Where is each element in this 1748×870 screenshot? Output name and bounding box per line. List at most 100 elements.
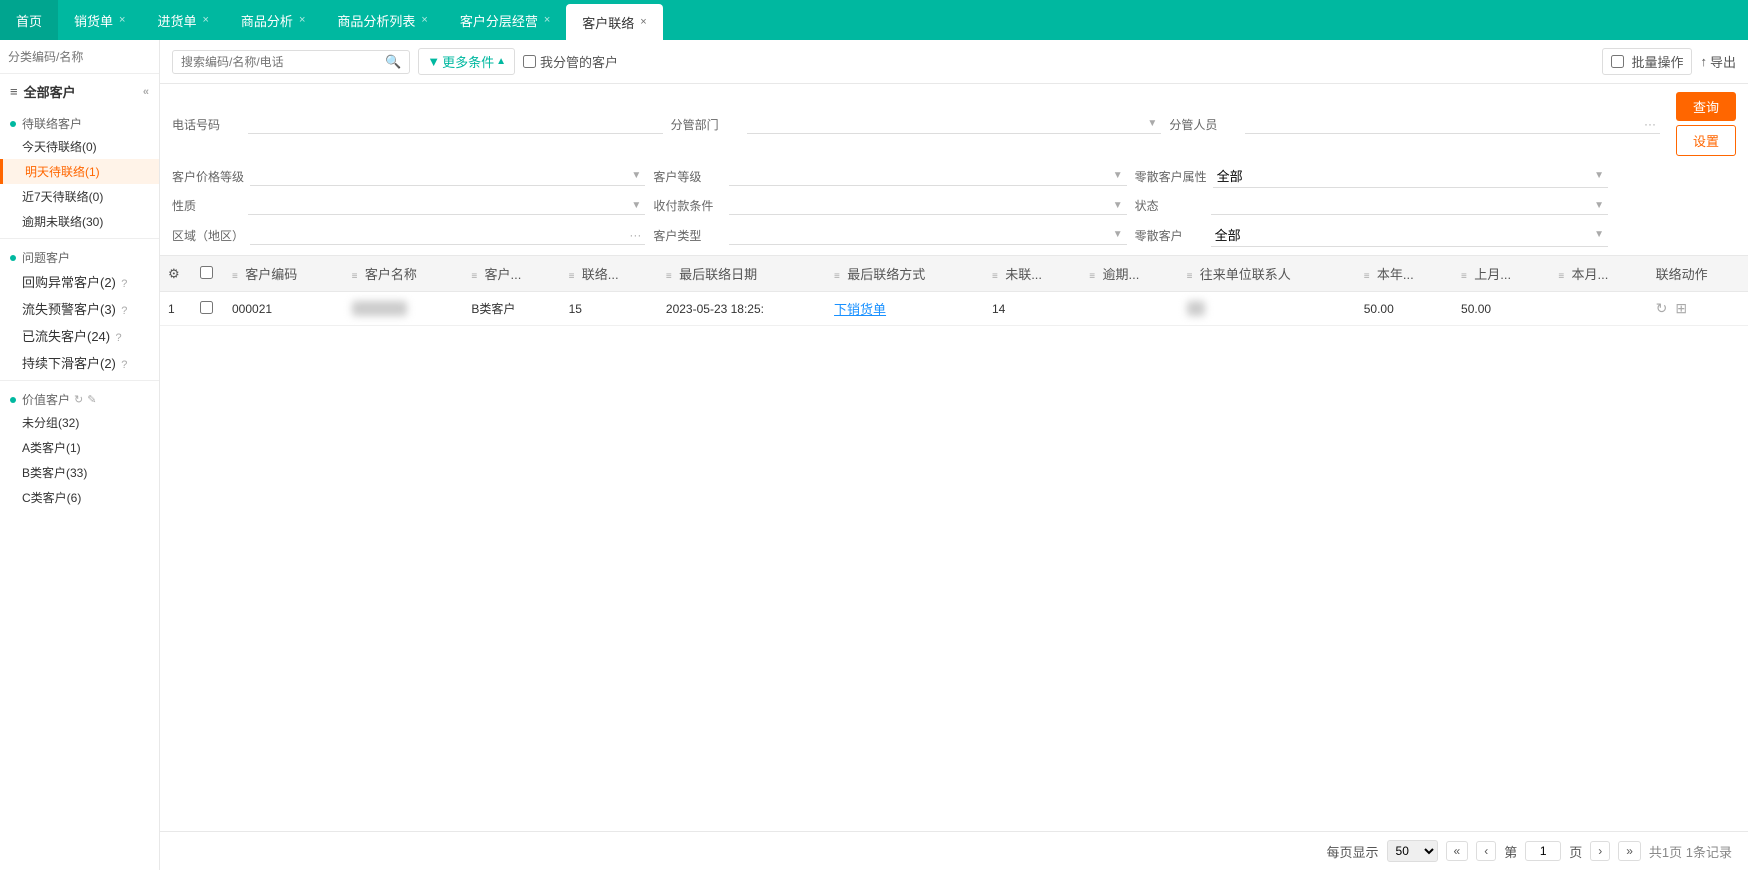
filter-phone-input[interactable] [252, 117, 659, 131]
td-overdue [1081, 292, 1178, 326]
td-checkbox [192, 292, 224, 326]
th-overdue[interactable]: ≡ 逾期... [1081, 256, 1178, 292]
per-page-select[interactable]: 50 100 200 [1387, 840, 1438, 862]
sidebar-item-churn-warning[interactable]: 流失预警客户(3) ? [0, 295, 159, 322]
set-btn[interactable]: 设置 [1676, 125, 1736, 156]
nav-customer-contact[interactable]: 客户联络 × [566, 4, 662, 40]
batch-checkbox[interactable] [1611, 55, 1624, 68]
filter-payment-wrap[interactable]: ▼ [729, 196, 1126, 215]
settings-icon[interactable]: ⚙ [168, 266, 180, 281]
td-last-contact-method[interactable]: 下销货单 [826, 292, 984, 326]
customer-name-blurred: ██████ [352, 301, 407, 316]
nav-close-icon[interactable]: × [544, 14, 550, 26]
filter-dept-input[interactable] [751, 117, 1144, 131]
prev-page-btn[interactable]: ‹ [1476, 841, 1496, 861]
filter-retail-customer-value: 全部 [1215, 225, 1241, 244]
nav-close-icon[interactable]: × [202, 14, 208, 26]
select-all-checkbox[interactable] [200, 266, 213, 279]
row-checkbox[interactable] [200, 301, 213, 314]
search-input[interactable] [181, 55, 381, 69]
first-page-btn[interactable]: « [1446, 841, 1469, 861]
nav-product-analysis[interactable]: 商品分析 × [225, 0, 321, 40]
filter-label-dept: 分管部门 [671, 116, 741, 133]
th-current-year[interactable]: ≡ 本年... [1356, 256, 1453, 292]
last-page-btn[interactable]: » [1618, 841, 1641, 861]
filter-customer-level-wrap[interactable]: ▼ [729, 167, 1126, 186]
nav-home[interactable]: 首页 [0, 0, 58, 40]
toolbar-search-icon[interactable]: 🔍 [385, 54, 401, 70]
td-this-month [1550, 292, 1647, 326]
nav-customer-layered[interactable]: 客户分层经营 × [444, 0, 566, 40]
sidebar-item-ungroup[interactable]: 未分组(32) [0, 410, 159, 435]
nav-close-icon[interactable]: × [421, 14, 427, 26]
th-customer-name[interactable]: ≡ 客户名称 [344, 256, 464, 292]
action-refresh-icon[interactable]: ↻ [1656, 300, 1668, 317]
th-customer-type[interactable]: ≡ 客户... [463, 256, 560, 292]
filter-region-dots-icon[interactable]: ··· [629, 228, 641, 242]
td-actions: ↻ ⊞ [1648, 292, 1748, 326]
edit-icon[interactable]: ✎ [87, 393, 96, 406]
sidebar-item-tomorrow-contact[interactable]: 明天待联络(1) [0, 159, 159, 184]
action-grid-icon[interactable]: ⊞ [1675, 300, 1687, 317]
td-last-contact-date: 2023-05-23 18:25: [658, 292, 826, 326]
td-code: 000021 [224, 292, 344, 326]
th-this-month[interactable]: ≡ 本月... [1550, 256, 1647, 292]
sidebar-item-declining[interactable]: 持续下滑客户(2) ? [0, 349, 159, 376]
nav-product-analysis-list[interactable]: 商品分析列表 × [321, 0, 443, 40]
filter-price-level-wrap[interactable]: ▼ [250, 167, 645, 186]
sidebar-collapse-arrow[interactable]: « [143, 86, 149, 98]
filter-retail-customer: 零散客户 全部 ▼ [1135, 223, 1608, 247]
nav-sales-order[interactable]: 销货单 × [58, 0, 141, 40]
sidebar-search-input[interactable] [8, 50, 160, 64]
th-no-contact-days[interactable]: ≡ 未联... [984, 256, 1081, 292]
filter-status-input[interactable] [1215, 198, 1590, 212]
th-last-contact-method[interactable]: ≡ 最后联络方式 [826, 256, 984, 292]
sidebar-item-today-contact[interactable]: 今天待联络(0) [0, 134, 159, 159]
filter-customer-type-input[interactable] [733, 228, 1108, 242]
filter-payment-input[interactable] [733, 198, 1108, 212]
refresh-icon[interactable]: ↻ [74, 393, 83, 406]
sidebar-item-churned[interactable]: 已流失客户(24) ? [0, 322, 159, 349]
td-no: 1 [160, 292, 192, 326]
chevron-down-icon: ▼ [631, 200, 641, 211]
chevron-down-icon: ▼ [1113, 200, 1123, 211]
sidebar-item-repurchase-abnormal[interactable]: 回购异常客户(2) ? [0, 268, 159, 295]
query-btn[interactable]: 查询 [1676, 92, 1736, 121]
sidebar-item-7day-contact[interactable]: 近7天待联络(0) [0, 184, 159, 209]
batch-op-btn[interactable]: 批量操作 [1602, 48, 1692, 75]
nav-close-icon[interactable]: × [299, 14, 305, 26]
filter-retail-attr-wrap[interactable]: 全部 ▼ [1213, 164, 1608, 188]
filter-nature-wrap[interactable]: ▼ [248, 196, 645, 215]
nav-close-icon[interactable]: × [640, 16, 646, 28]
nav-purchase-order[interactable]: 进货单 × [141, 0, 224, 40]
page-input[interactable] [1525, 841, 1561, 861]
my-customer-checkbox[interactable] [523, 55, 536, 68]
filter-btn[interactable]: ▼ 更多条件 ▲ [418, 48, 515, 75]
th-contact[interactable]: ≡ 联络... [561, 256, 658, 292]
chevron-down-icon: ▼ [1113, 229, 1123, 240]
export-btn[interactable]: ↑ 导出 [1700, 52, 1736, 71]
sidebar-item-class-c[interactable]: C类客户(6) [0, 485, 159, 510]
filter-price-level-input[interactable] [254, 169, 627, 183]
filter-retail-customer-wrap[interactable]: 全部 ▼ [1211, 223, 1608, 247]
filter-customer-type-wrap[interactable]: ▼ [729, 226, 1126, 245]
sidebar-item-overdue-contact[interactable]: 逾期未联络(30) [0, 209, 159, 234]
sidebar-all-customers[interactable]: ≡ 全部客户 « [0, 74, 159, 109]
th-customer-code[interactable]: ≡ 客户编码 [224, 256, 344, 292]
sidebar-item-class-a[interactable]: A类客户(1) [0, 435, 159, 460]
th-last-contact-date[interactable]: ≡ 最后联络日期 [658, 256, 826, 292]
filter-customer-level-input[interactable] [733, 169, 1108, 183]
filter-dept-select-wrap[interactable]: ▼ [747, 115, 1162, 134]
th-settings[interactable]: ⚙ [160, 256, 192, 292]
sidebar-item-class-b[interactable]: B类客户(33) [0, 460, 159, 485]
th-last-month[interactable]: ≡ 上月... [1453, 256, 1550, 292]
contact-method-link[interactable]: 下销货单 [834, 302, 886, 317]
filter-nature-input[interactable] [252, 198, 627, 212]
sidebar-search-wrap: 🔍 [0, 40, 159, 74]
next-page-btn[interactable]: › [1590, 841, 1610, 861]
th-contact-person[interactable]: ≡ 往来单位联系人 [1179, 256, 1356, 292]
nav-close-icon[interactable]: × [119, 14, 125, 26]
filter-status-wrap[interactable]: ▼ [1211, 196, 1608, 215]
filter-dots-icon[interactable]: ··· [1644, 117, 1656, 131]
td-last-month: 50.00 [1453, 292, 1550, 326]
